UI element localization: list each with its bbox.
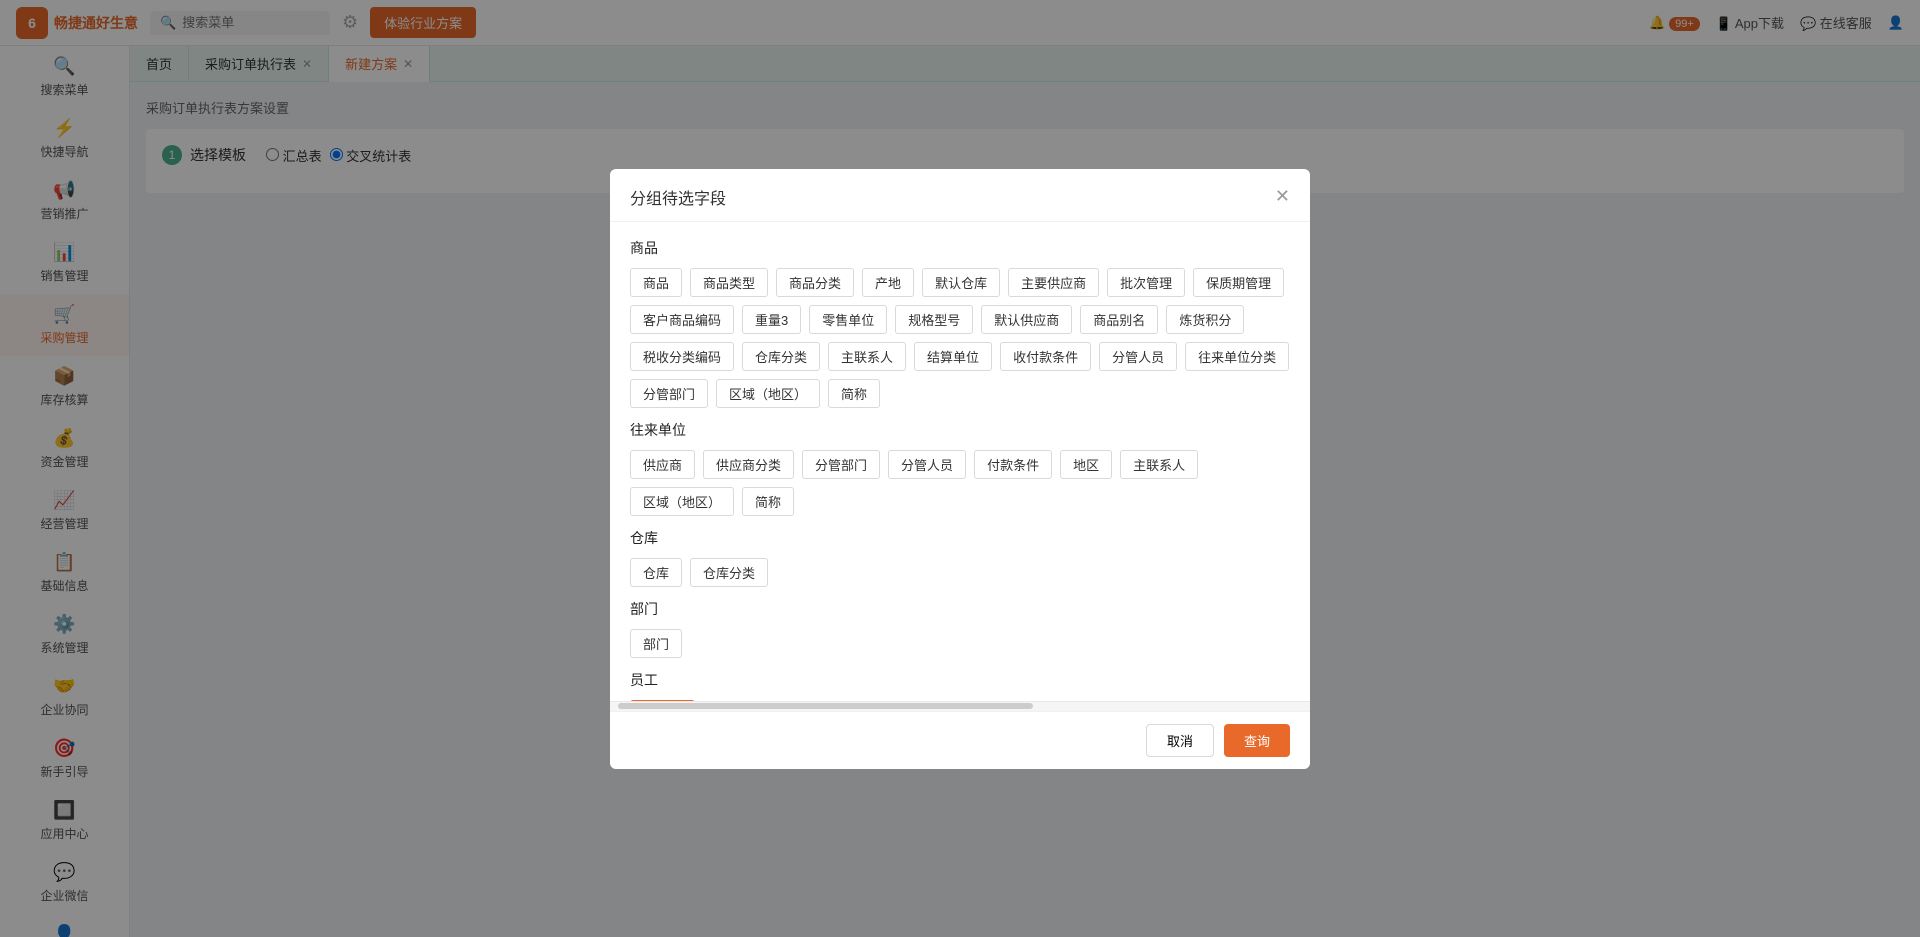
section-title-product: 商品 <box>630 238 1290 258</box>
field-tag[interactable]: 商品分类 <box>776 268 854 297</box>
section-title-employee: 员工 <box>630 670 1290 690</box>
section-title-dept: 部门 <box>630 599 1290 619</box>
dept-fields: 部门 <box>630 629 1290 658</box>
modal-footer: 取消 查询 <box>610 711 1310 769</box>
modal-header: 分组待选字段 ✕ <box>610 169 1310 222</box>
field-tag[interactable]: 仓库 <box>630 558 682 587</box>
modal-body: 商品 商品 商品类型 商品分类 产地 默认仓库 主要供应商 批次管理 保质期管理… <box>610 222 1310 702</box>
section-title-warehouse: 仓库 <box>630 528 1290 548</box>
field-tag[interactable]: 分管部门 <box>802 450 880 479</box>
field-tag[interactable]: 商品 <box>630 268 682 297</box>
product-fields: 商品 商品类型 商品分类 产地 默认仓库 主要供应商 批次管理 保质期管理 客户… <box>630 268 1290 408</box>
field-tag[interactable]: 地区 <box>1060 450 1112 479</box>
field-tag[interactable]: 商品别名 <box>1080 305 1158 334</box>
field-tag[interactable]: 供应商 <box>630 450 695 479</box>
field-tag[interactable]: 客户商品编码 <box>630 305 734 334</box>
field-tag[interactable]: 零售单位 <box>809 305 887 334</box>
field-tag[interactable]: 保质期管理 <box>1193 268 1284 297</box>
cancel-button[interactable]: 取消 <box>1146 724 1214 757</box>
modal-title: 分组待选字段 <box>630 185 726 209</box>
modal-close-btn[interactable]: ✕ <box>1275 186 1290 207</box>
field-tag[interactable]: 分管部门 <box>630 379 708 408</box>
field-tag[interactable]: 结算单位 <box>914 342 992 371</box>
field-tag[interactable]: 重量3 <box>742 305 801 334</box>
field-tag[interactable]: 部门 <box>630 629 682 658</box>
partner-fields: 供应商 供应商分类 分管部门 分管人员 付款条件 地区 主联系人 区域（地区） … <box>630 450 1290 516</box>
field-tag[interactable]: 仓库分类 <box>690 558 768 587</box>
field-tag[interactable]: 仓库分类 <box>742 342 820 371</box>
field-tag[interactable]: 默认仓库 <box>922 268 1000 297</box>
modal: 分组待选字段 ✕ 商品 商品 商品类型 商品分类 产地 默认仓库 主要供应商 批… <box>610 169 1310 769</box>
field-tag[interactable]: 简称 <box>742 487 794 516</box>
warehouse-fields: 仓库 仓库分类 <box>630 558 1290 587</box>
field-tag[interactable]: 简称 <box>828 379 880 408</box>
field-tag[interactable]: 分管人员 <box>888 450 966 479</box>
field-tag[interactable]: 付款条件 <box>974 450 1052 479</box>
field-tag[interactable]: 批次管理 <box>1107 268 1185 297</box>
field-tag[interactable]: 主联系人 <box>828 342 906 371</box>
field-tag[interactable]: 产地 <box>862 268 914 297</box>
field-tag[interactable]: 炼货积分 <box>1166 305 1244 334</box>
modal-overlay: 分组待选字段 ✕ 商品 商品 商品类型 商品分类 产地 默认仓库 主要供应商 批… <box>0 0 1920 937</box>
field-tag[interactable]: 商品类型 <box>690 268 768 297</box>
field-tag[interactable]: 往来单位分类 <box>1185 342 1289 371</box>
modal-horizontal-scroll[interactable] <box>610 701 1310 710</box>
field-tag[interactable]: 分管人员 <box>1099 342 1177 371</box>
field-tag[interactable]: 主要供应商 <box>1008 268 1099 297</box>
field-tag[interactable]: 区域（地区） <box>716 379 820 408</box>
field-tag[interactable]: 税收分类编码 <box>630 342 734 371</box>
field-tag[interactable]: 规格型号 <box>895 305 973 334</box>
field-tag[interactable]: 区域（地区） <box>630 487 734 516</box>
field-tag[interactable]: 收付款条件 <box>1000 342 1091 371</box>
confirm-button[interactable]: 查询 <box>1224 724 1290 757</box>
field-tag[interactable]: 供应商分类 <box>703 450 794 479</box>
field-tag[interactable]: 主联系人 <box>1120 450 1198 479</box>
field-tag[interactable]: 默认供应商 <box>981 305 1072 334</box>
section-title-partner: 往来单位 <box>630 420 1290 440</box>
